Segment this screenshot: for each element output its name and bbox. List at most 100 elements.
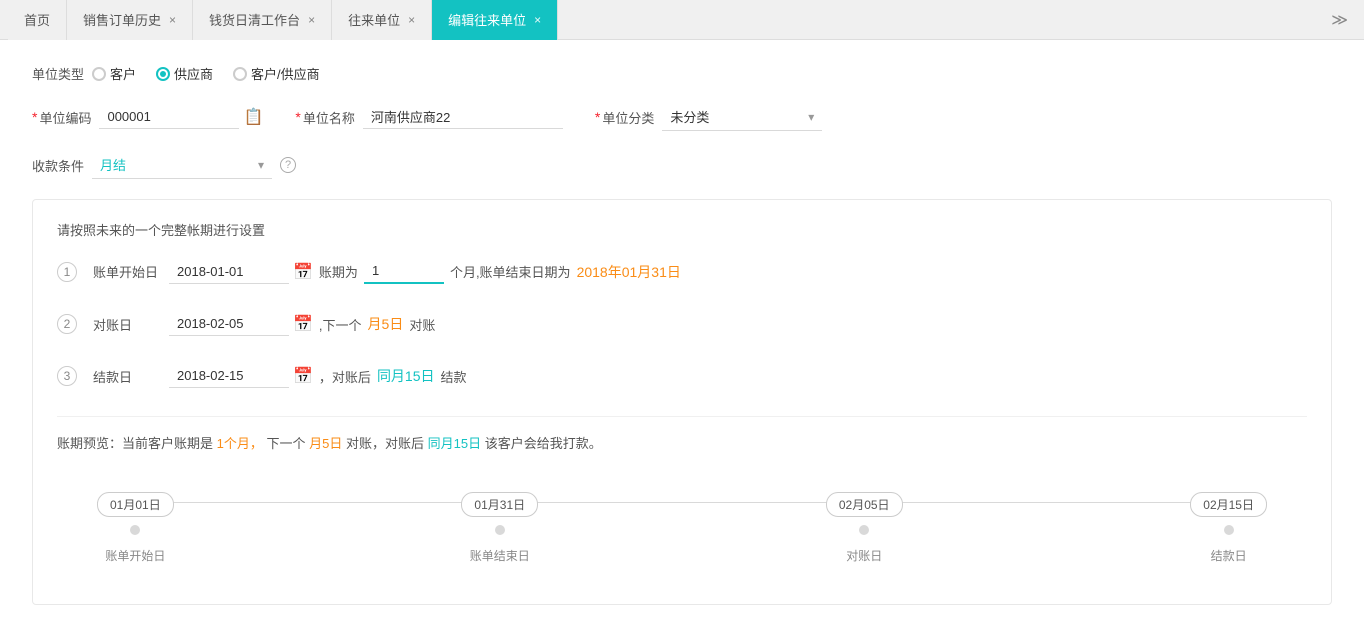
unit-category-star: * <box>595 109 600 125</box>
reconcile-prefix-text: ,下一个 <box>319 315 362 334</box>
radio-supplier-label: 供应商 <box>174 64 213 83</box>
unit-category-arrow-icon: ▾ <box>808 110 814 124</box>
timeline-node-2: 02月05日 对账日 <box>826 492 903 564</box>
node-badge-1: 01月31日 <box>461 492 538 517</box>
setting-row-2: 2 对账日 📅 ,下一个 月5日 对账 <box>57 312 1307 336</box>
tab-edit-label: 编辑往来单位 <box>448 10 526 29</box>
payment-date-input[interactable] <box>169 364 289 388</box>
preview-middle2: 对账，对账后 <box>346 436 424 451</box>
tab-sales-close-icon[interactable]: × <box>169 13 176 27</box>
payment-terms-arrow-icon: ▾ <box>258 158 264 172</box>
tab-home[interactable]: 首页 <box>8 0 67 40</box>
unit-code-input[interactable] <box>99 105 239 129</box>
tab-counterpart-close-icon[interactable]: × <box>408 13 415 27</box>
unit-type-row: 单位类型 客户 供应商 客户/供应商 <box>32 64 1332 83</box>
node-circle-0 <box>130 525 140 535</box>
radio-customer-label: 客户 <box>110 64 136 83</box>
timeline-nodes: 01月01日 账单开始日 01月31日 账单结束日 <box>97 492 1267 564</box>
tab-sales-order-history[interactable]: 销售订单历史 × <box>67 0 193 40</box>
settings-card: 请按照未来的一个完整帐期进行设置 1 账单开始日 📅 账期为 个月,账单结束日期… <box>32 199 1332 605</box>
period-unit-text: 个月,账单结束日期为 <box>450 262 571 281</box>
unit-type-radio-group: 客户 供应商 客户/供应商 <box>92 64 320 83</box>
preview-prefix: 账期预览：当前客户账期是 <box>57 436 213 451</box>
node-circle-3 <box>1224 525 1234 535</box>
preview-suffix: 该客户会给我打款。 <box>485 436 602 451</box>
payment-suffix-text: 结款 <box>441 367 467 386</box>
unit-category-group: * 单位分类 未分类 ▾ <box>595 103 822 131</box>
field-label-1: 账单开始日 <box>93 262 153 281</box>
unit-code-star: * <box>32 109 37 125</box>
payment-terms-value: 月结 <box>100 155 250 174</box>
unit-name-label: 单位名称 <box>303 108 355 127</box>
preview-text: 账期预览：当前客户账期是 1个月， 下一个 月5日 对账，对账后 同月15日 该… <box>57 433 1307 452</box>
node-badge-3: 02月15日 <box>1190 492 1267 517</box>
tab-edit-close-icon[interactable]: × <box>534 13 541 27</box>
unit-type-label: 单位类型 <box>32 64 84 83</box>
radio-supplier-circle <box>156 67 170 81</box>
node-badge-0: 01月01日 <box>97 492 174 517</box>
unit-category-label: 单位分类 <box>602 108 654 127</box>
node-badge-2: 02月05日 <box>826 492 903 517</box>
radio-supplier[interactable]: 供应商 <box>156 64 213 83</box>
payment-highlight: 同月15日 <box>377 366 435 386</box>
payment-terms-dropdown[interactable]: 月结 ▾ <box>92 151 272 179</box>
unit-code-label: 单位编码 <box>39 108 91 127</box>
preview-middle1: 下一个 <box>267 436 306 451</box>
reconcile-suffix-text: 对账 <box>409 315 435 334</box>
payment-terms-row: 收款条件 月结 ▾ ? <box>32 151 1332 179</box>
setting-row-1: 1 账单开始日 📅 账期为 个月,账单结束日期为 2018年01月31日 <box>57 259 1307 284</box>
preview-highlight3: 同月15日 <box>428 436 481 451</box>
timeline: 01月01日 账单开始日 01月31日 账单结束日 <box>57 472 1307 584</box>
preview-highlight1: 1个月， <box>217 436 263 451</box>
field-label-2: 对账日 <box>93 315 153 334</box>
unit-code-group: * 单位编码 📋 <box>32 105 263 129</box>
preview-section: 账期预览：当前客户账期是 1个月， 下一个 月5日 对账，对账后 同月15日 该… <box>57 416 1307 584</box>
tab-expand-icon[interactable]: ≫ <box>1323 10 1356 30</box>
unit-fields-row: * 单位编码 📋 * 单位名称 * 单位分类 未分类 ▾ <box>32 103 1332 131</box>
tab-counterpart-label: 往来单位 <box>348 10 400 29</box>
unit-category-dropdown[interactable]: 未分类 ▾ <box>662 103 822 131</box>
unit-category-value: 未分类 <box>670 107 800 126</box>
timeline-node-0: 01月01日 账单开始日 <box>97 492 174 564</box>
tab-edit-counterpart[interactable]: 编辑往来单位 × <box>432 0 558 40</box>
radio-both-circle <box>233 67 247 81</box>
unit-name-group: * 单位名称 <box>295 105 562 129</box>
unit-name-input[interactable] <box>363 105 563 129</box>
node-label-1: 账单结束日 <box>470 547 530 564</box>
reconcile-date-input[interactable] <box>169 312 289 336</box>
radio-customer[interactable]: 客户 <box>92 64 136 83</box>
node-label-0: 账单开始日 <box>105 547 165 564</box>
tab-home-label: 首页 <box>24 10 50 29</box>
row-number-1: 1 <box>57 262 77 282</box>
card-title: 请按照未来的一个完整帐期进行设置 <box>57 220 1307 239</box>
preview-highlight2: 月5日 <box>309 436 342 451</box>
payment-date-calendar-icon[interactable]: 📅 <box>293 366 313 386</box>
node-circle-2 <box>859 525 869 535</box>
payment-prefix-text: ，对账后 <box>319 367 371 386</box>
tab-bar: 首页 销售订单历史 × 钱货日清工作台 × 往来单位 × 编辑往来单位 × ≫ <box>0 0 1364 40</box>
main-content: 单位类型 客户 供应商 客户/供应商 * 单位编码 📋 * 单位名称 <box>0 40 1364 629</box>
tab-cash-close-icon[interactable]: × <box>308 13 315 27</box>
timeline-node-3: 02月15日 结款日 <box>1190 492 1267 564</box>
period-end-date: 2018年01月31日 <box>577 262 681 282</box>
reconcile-highlight: 月5日 <box>368 314 404 334</box>
period-input[interactable] <box>364 259 444 284</box>
payment-terms-label: 收款条件 <box>32 156 84 175</box>
field-label-3: 结款日 <box>93 367 153 386</box>
reconcile-date-calendar-icon[interactable]: 📅 <box>293 314 313 334</box>
radio-customer-circle <box>92 67 106 81</box>
start-date-input[interactable] <box>169 260 289 284</box>
period-prefix-text: 账期为 <box>319 262 358 281</box>
start-date-calendar-icon[interactable]: 📅 <box>293 262 313 282</box>
payment-terms-help-icon[interactable]: ? <box>280 157 296 173</box>
unit-name-star: * <box>295 109 300 125</box>
tab-sales-label: 销售订单历史 <box>83 10 161 29</box>
node-label-2: 对账日 <box>846 547 882 564</box>
radio-both-label: 客户/供应商 <box>251 64 320 83</box>
radio-both[interactable]: 客户/供应商 <box>233 64 320 83</box>
unit-code-calendar-icon[interactable]: 📋 <box>243 107 263 127</box>
node-circle-1 <box>495 525 505 535</box>
row-number-2: 2 <box>57 314 77 334</box>
tab-counterpart[interactable]: 往来单位 × <box>332 0 432 40</box>
tab-cash-reconciliation[interactable]: 钱货日清工作台 × <box>193 0 332 40</box>
